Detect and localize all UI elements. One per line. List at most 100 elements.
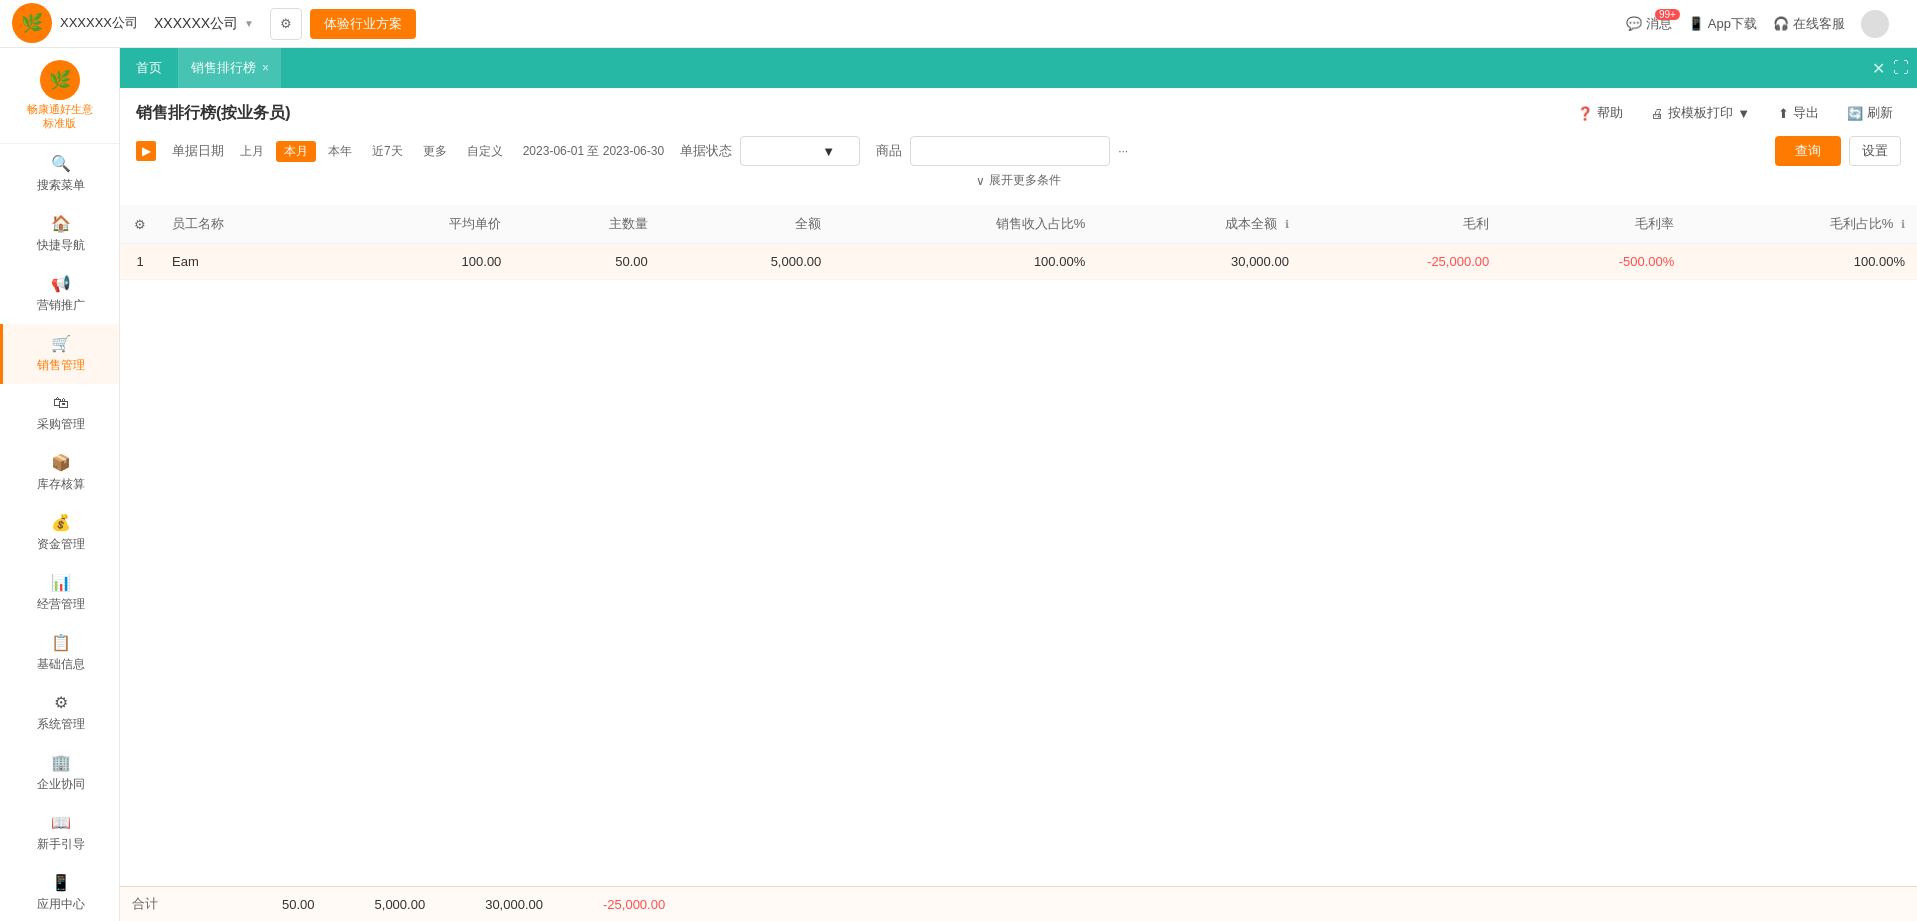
cell-main-qty: 50.00 bbox=[513, 244, 659, 280]
date-opt-this-year[interactable]: 本年 bbox=[320, 141, 360, 162]
trial-button[interactable]: 体验行业方案 bbox=[310, 9, 416, 39]
sidebar-item-basic-info[interactable]: 📋 基础信息 bbox=[0, 623, 119, 683]
col-header-gross-pct: 毛利占比% ℹ bbox=[1686, 205, 1917, 244]
marketing-icon: 📢 bbox=[51, 274, 71, 293]
export-button[interactable]: ⬆ 导出 bbox=[1770, 100, 1827, 126]
date-opt-more[interactable]: 更多 bbox=[415, 141, 455, 162]
help-label: 帮助 bbox=[1597, 104, 1623, 122]
sidebar-item-label: 快捷导航 bbox=[37, 237, 85, 254]
summary-label: 合计 bbox=[132, 895, 212, 913]
sidebar-item-label: 销售管理 bbox=[37, 357, 85, 374]
query-button[interactable]: 查询 bbox=[1775, 136, 1841, 166]
sales-icon: 🛒 bbox=[51, 334, 71, 353]
sidebar-item-label: 新手引导 bbox=[37, 836, 85, 853]
tab-sales-ranking[interactable]: 销售排行榜 × bbox=[179, 48, 281, 88]
table-settings-icon[interactable]: ⚙ bbox=[134, 217, 146, 232]
template-print-button[interactable]: 🖨 按模板打印 ▼ bbox=[1643, 100, 1758, 126]
export-label: 导出 bbox=[1793, 104, 1819, 122]
sidebar-item-sales[interactable]: 🛒 销售管理 bbox=[0, 324, 119, 384]
avatar[interactable] bbox=[1861, 10, 1889, 38]
message-item[interactable]: 💬 消息 99+ bbox=[1626, 15, 1672, 33]
cell-amount: 5,000.00 bbox=[660, 244, 833, 280]
tab-maximize-icon[interactable]: ⛶ bbox=[1893, 59, 1909, 77]
chevron-down-icon: ▼ bbox=[244, 18, 254, 29]
system-icon: ⚙ bbox=[54, 693, 68, 712]
app-download-icon: 📱 bbox=[1688, 16, 1704, 31]
sidebar-item-enterprise[interactable]: 🏢 企业协同 bbox=[0, 743, 119, 803]
sidebar-item-quick-nav[interactable]: 🏠 快捷导航 bbox=[0, 204, 119, 264]
sidebar-item-guide[interactable]: 📖 新手引导 bbox=[0, 803, 119, 863]
status-select[interactable]: ▼ bbox=[740, 136, 860, 166]
cell-gross-pct: 100.00% bbox=[1686, 244, 1917, 280]
date-opt-this-month[interactable]: 本月 bbox=[276, 141, 316, 162]
sidebar-item-operations[interactable]: 📊 经营管理 bbox=[0, 563, 119, 623]
filter-collapse-arrow[interactable]: ▶ bbox=[136, 141, 156, 161]
gross-pct-info-icon[interactable]: ℹ bbox=[1901, 218, 1905, 230]
col-header-gross-rate: 毛利率 bbox=[1501, 205, 1686, 244]
refresh-button[interactable]: 🔄 刷新 bbox=[1839, 100, 1901, 126]
status-filter: 单据状态 ▼ bbox=[680, 136, 860, 166]
status-filter-label: 单据状态 bbox=[680, 142, 732, 160]
date-opt-last-month[interactable]: 上月 bbox=[232, 141, 272, 162]
sidebar-item-marketing[interactable]: 📢 营销推广 bbox=[0, 264, 119, 324]
cell-rank: 1 bbox=[120, 244, 160, 280]
status-chevron-icon: ▼ bbox=[822, 144, 835, 159]
data-table: ⚙ 员工名称 平均单价 主数量 全额 销售收入占比% 成本全额 ℹ 毛 bbox=[120, 205, 1917, 886]
sidebar-item-label: 基础信息 bbox=[37, 656, 85, 673]
settings-button[interactable]: ⚙ bbox=[270, 8, 302, 40]
sidebar-item-label: 采购管理 bbox=[37, 416, 85, 433]
sidebar-item-finance[interactable]: 💰 资金管理 bbox=[0, 503, 119, 563]
table-settings-button[interactable]: 设置 bbox=[1849, 136, 1901, 166]
col-header-name: 员工名称 bbox=[160, 205, 337, 244]
chevron-down-print-icon: ▼ bbox=[1737, 106, 1750, 121]
message-icon: 💬 bbox=[1626, 16, 1642, 31]
sidebar-item-system[interactable]: ⚙ 系统管理 bbox=[0, 683, 119, 743]
tab-close-icon[interactable]: × bbox=[262, 61, 269, 75]
date-opt-7days[interactable]: 近7天 bbox=[364, 141, 411, 162]
message-badge: 99+ bbox=[1655, 9, 1680, 20]
cell-avg-price: 100.00 bbox=[337, 244, 514, 280]
col-header-sales-pct: 销售收入占比% bbox=[833, 205, 1097, 244]
chevron-down-expand-icon: ∨ bbox=[976, 174, 985, 188]
date-filter-label: 单据日期 bbox=[172, 142, 224, 160]
sidebar-item-purchase[interactable]: 🛍 采购管理 bbox=[0, 384, 119, 443]
sidebar-item-app-center[interactable]: 📱 应用中心 bbox=[0, 863, 119, 921]
summary-gross-value: -25,000.00 bbox=[603, 897, 665, 912]
home-icon: 🏠 bbox=[51, 214, 71, 233]
summary-main-qty-value: 50.00 bbox=[282, 897, 315, 912]
online-service-item[interactable]: 🎧 在线客服 bbox=[1773, 15, 1845, 33]
operations-icon: 📊 bbox=[51, 573, 71, 592]
print-icon: 🖨 bbox=[1651, 106, 1664, 121]
expand-more-button[interactable]: ∨ 展开更多条件 bbox=[136, 166, 1901, 195]
col-header-gross: 毛利 bbox=[1301, 205, 1501, 244]
app-download-item[interactable]: 📱 App下载 bbox=[1688, 15, 1757, 33]
cell-gross-rate: -500.00% bbox=[1501, 244, 1686, 280]
sidebar-item-search[interactable]: 🔍 搜索菜单 bbox=[0, 144, 119, 204]
goods-filter: 商品 ··· bbox=[876, 136, 1128, 166]
app-logo: 🌿 bbox=[12, 3, 52, 43]
app-download-label: App下载 bbox=[1708, 15, 1757, 33]
filter-more-icon[interactable]: ··· bbox=[1118, 144, 1128, 158]
export-icon: ⬆ bbox=[1778, 106, 1789, 121]
col-header-main-qty: 主数量 bbox=[513, 205, 659, 244]
help-button[interactable]: ❓ 帮助 bbox=[1569, 100, 1631, 126]
sidebar-item-inventory[interactable]: 📦 库存核算 bbox=[0, 443, 119, 503]
inventory-icon: 📦 bbox=[51, 453, 71, 472]
tab-label: 销售排行榜 bbox=[191, 59, 256, 77]
summary-cost-value: 30,000.00 bbox=[485, 897, 543, 912]
goods-input[interactable] bbox=[910, 136, 1110, 166]
guide-icon: 📖 bbox=[51, 813, 71, 832]
cost-info-icon[interactable]: ℹ bbox=[1285, 218, 1289, 230]
summary-bar: 合计 50.00 5,000.00 30,000.00 -25,000.00 bbox=[120, 886, 1917, 921]
purchase-icon: 🛍 bbox=[53, 394, 69, 412]
page-title: 销售排行榜(按业务员) bbox=[136, 103, 291, 124]
date-opt-custom[interactable]: 自定义 bbox=[459, 141, 511, 162]
tab-home[interactable]: 首页 bbox=[120, 48, 179, 88]
refresh-label: 刷新 bbox=[1867, 104, 1893, 122]
sidebar-item-label: 应用中心 bbox=[37, 896, 85, 913]
company-selector[interactable]: XXXXXX公司 ▼ bbox=[146, 11, 262, 37]
headset-icon: 🎧 bbox=[1773, 16, 1789, 31]
date-range-display: 2023-06-01 至 2023-06-30 bbox=[523, 143, 664, 160]
tab-close-window-icon[interactable]: ✕ bbox=[1872, 59, 1885, 78]
enterprise-icon: 🏢 bbox=[51, 753, 71, 772]
